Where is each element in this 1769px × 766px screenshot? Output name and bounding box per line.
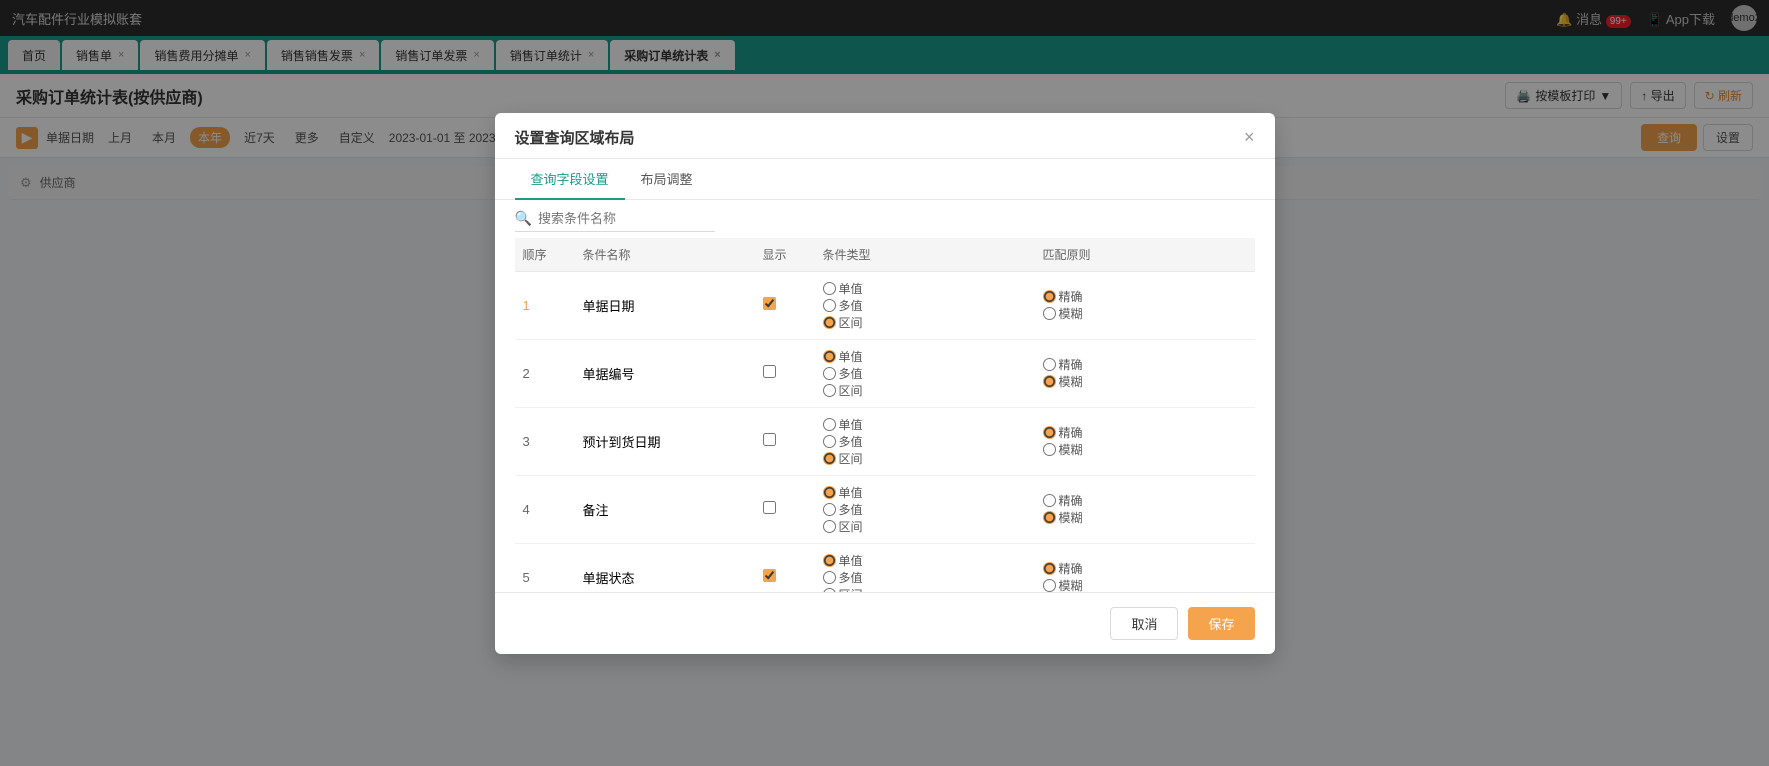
row-name: 预计到货日期 bbox=[583, 432, 763, 451]
row-type: 单值 多值 区间 bbox=[823, 552, 1043, 592]
modal-overlay: 设置查询区域布局 × 查询字段设置 布局调整 🔍 顺序 条件名称 显示 条件类型… bbox=[0, 0, 1769, 766]
modal-footer: 取消 保存 bbox=[495, 592, 1275, 654]
modal-tabs: 查询字段设置 布局调整 bbox=[495, 159, 1275, 200]
row-name: 备注 bbox=[583, 500, 763, 519]
display-checkbox-2[interactable] bbox=[763, 365, 776, 378]
row-order: 1 bbox=[523, 298, 583, 313]
col-name-header: 条件名称 bbox=[583, 246, 763, 263]
col-match-header: 匹配原则 bbox=[1043, 246, 1243, 263]
row-name: 单据日期 bbox=[583, 296, 763, 315]
row-match: 精确 模糊 bbox=[1043, 288, 1243, 322]
col-display-header: 显示 bbox=[763, 246, 823, 263]
row-display[interactable] bbox=[763, 297, 823, 313]
row-display[interactable] bbox=[763, 365, 823, 381]
match-radio-exact[interactable]: 精确 bbox=[1043, 288, 1243, 305]
row-match: 精确 模糊 bbox=[1043, 492, 1243, 526]
row-order: 4 bbox=[523, 502, 583, 517]
modal-search-area: 🔍 bbox=[495, 200, 1275, 238]
row-display[interactable] bbox=[763, 501, 823, 517]
row-type: 单值 多值 区间 bbox=[823, 484, 1043, 535]
modal-tab-query-fields[interactable]: 查询字段设置 bbox=[515, 159, 625, 200]
display-checkbox-1[interactable] bbox=[763, 297, 776, 310]
modal-dialog: 设置查询区域布局 × 查询字段设置 布局调整 🔍 顺序 条件名称 显示 条件类型… bbox=[495, 113, 1275, 654]
modal-table: 顺序 条件名称 显示 条件类型 匹配原则 1 单据日期 单值 多值 区间 bbox=[495, 238, 1275, 592]
row-name: 单据编号 bbox=[583, 364, 763, 383]
cancel-button[interactable]: 取消 bbox=[1110, 607, 1178, 640]
type-radio-multi[interactable]: 多值 bbox=[823, 297, 1043, 314]
type-radio-range[interactable]: 区间 bbox=[823, 314, 1043, 331]
row-match: 精确 模糊 bbox=[1043, 560, 1243, 592]
type-radio-single[interactable]: 单值 bbox=[823, 280, 1043, 297]
row-display[interactable] bbox=[763, 569, 823, 585]
row-match: 精确 模糊 bbox=[1043, 356, 1243, 390]
modal-tab-layout[interactable]: 布局调整 bbox=[625, 159, 709, 200]
row-order: 5 bbox=[523, 570, 583, 585]
table-row: 4 备注 单值 多值 区间 精确 模糊 bbox=[515, 476, 1255, 544]
modal-title: 设置查询区域布局 bbox=[515, 127, 635, 148]
col-order-header: 顺序 bbox=[523, 246, 583, 263]
match-radio-fuzzy[interactable]: 模糊 bbox=[1043, 305, 1243, 322]
row-type: 单值 多值 区间 bbox=[823, 416, 1043, 467]
search-input[interactable] bbox=[538, 211, 715, 226]
col-type-header: 条件类型 bbox=[823, 246, 1043, 263]
table-row: 2 单据编号 单值 多值 区间 精确 模糊 bbox=[515, 340, 1255, 408]
modal-header: 设置查询区域布局 × bbox=[495, 113, 1275, 159]
table-row: 5 单据状态 单值 多值 区间 精确 模糊 bbox=[515, 544, 1255, 592]
row-order: 3 bbox=[523, 434, 583, 449]
modal-close-button[interactable]: × bbox=[1244, 127, 1255, 148]
search-box: 🔍 bbox=[515, 210, 715, 232]
row-order: 2 bbox=[523, 366, 583, 381]
row-type: 单值 多值 区间 bbox=[823, 348, 1043, 399]
save-button[interactable]: 保存 bbox=[1188, 607, 1254, 640]
table-row: 1 单据日期 单值 多值 区间 精确 模糊 bbox=[515, 272, 1255, 340]
display-checkbox-5[interactable] bbox=[763, 569, 776, 582]
row-display[interactable] bbox=[763, 433, 823, 449]
table-row: 3 预计到货日期 单值 多值 区间 精确 模糊 bbox=[515, 408, 1255, 476]
modal-table-header: 顺序 条件名称 显示 条件类型 匹配原则 bbox=[515, 238, 1255, 272]
modal-table-body: 1 单据日期 单值 多值 区间 精确 模糊 2 bbox=[515, 272, 1255, 592]
display-checkbox-3[interactable] bbox=[763, 433, 776, 446]
display-checkbox-4[interactable] bbox=[763, 501, 776, 514]
row-type: 单值 多值 区间 bbox=[823, 280, 1043, 331]
row-match: 精确 模糊 bbox=[1043, 424, 1243, 458]
row-name: 单据状态 bbox=[583, 568, 763, 587]
search-icon: 🔍 bbox=[515, 210, 532, 227]
